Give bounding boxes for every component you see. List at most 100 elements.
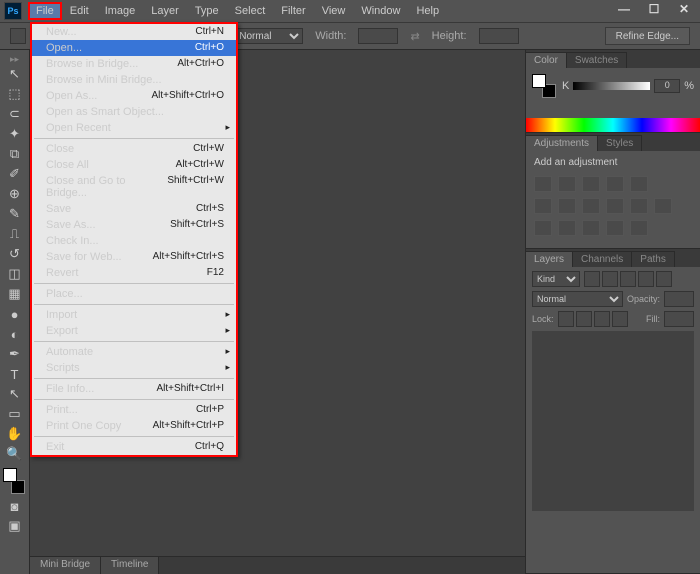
eraser-tool[interactable]: ◫: [3, 264, 27, 284]
adj-vibrance[interactable]: [630, 176, 648, 192]
adj-gradient[interactable]: [606, 220, 624, 236]
menu-item-print[interactable]: Print...Ctrl+P: [32, 402, 236, 418]
background-color[interactable]: [11, 480, 25, 494]
menu-item-open-as[interactable]: Open As...Alt+Shift+Ctrl+O: [32, 88, 236, 104]
menu-item-exit[interactable]: ExitCtrl+Q: [32, 439, 236, 455]
stamp-tool[interactable]: ⎍: [3, 224, 27, 244]
k-value[interactable]: 0: [654, 79, 680, 93]
menu-item-import[interactable]: Import: [32, 307, 236, 323]
menu-item-close[interactable]: CloseCtrl+W: [32, 141, 236, 157]
menu-item-close-all[interactable]: Close AllAlt+Ctrl+W: [32, 157, 236, 173]
pen-tool[interactable]: ✒: [3, 344, 27, 364]
move-tool[interactable]: ↖: [3, 64, 27, 84]
menu-filter[interactable]: Filter: [273, 2, 313, 20]
menu-item-save-for-web[interactable]: Save for Web...Alt+Shift+Ctrl+S: [32, 249, 236, 265]
opacity-input[interactable]: [664, 291, 694, 307]
swap-icon[interactable]: ⇄: [410, 30, 419, 43]
menu-item-browse-in-bridge[interactable]: Browse in Bridge...Alt+Ctrl+O: [32, 56, 236, 72]
menu-item-revert[interactable]: RevertF12: [32, 265, 236, 281]
lock-all-icon[interactable]: [612, 311, 628, 327]
menu-item-save-as[interactable]: Save As...Shift+Ctrl+S: [32, 217, 236, 233]
adj-lookup[interactable]: [654, 198, 672, 214]
brush-tool[interactable]: ✎: [3, 204, 27, 224]
tab-timeline[interactable]: Timeline: [101, 557, 159, 574]
menu-view[interactable]: View: [314, 2, 354, 20]
menu-item-automate[interactable]: Automate: [32, 344, 236, 360]
filter-adjust-icon[interactable]: [602, 271, 618, 287]
path-tool[interactable]: ↖: [3, 384, 27, 404]
tool-preset-icon[interactable]: [10, 28, 26, 44]
width-input[interactable]: [358, 28, 398, 44]
menu-item-scripts[interactable]: Scripts: [32, 360, 236, 376]
tab-paths[interactable]: Paths: [632, 251, 675, 267]
tab-swatches[interactable]: Swatches: [567, 52, 627, 68]
adj-mixer[interactable]: [630, 198, 648, 214]
shape-tool[interactable]: ▭: [3, 404, 27, 424]
layer-kind-select[interactable]: Kind: [532, 271, 580, 287]
adj-invert[interactable]: [534, 220, 552, 236]
adj-curves[interactable]: [582, 176, 600, 192]
lasso-tool[interactable]: ⊂: [3, 104, 27, 124]
adj-selective[interactable]: [630, 220, 648, 236]
menu-item-print-one-copy[interactable]: Print One CopyAlt+Shift+Ctrl+P: [32, 418, 236, 434]
menu-item-close-and-go-to-bridge[interactable]: Close and Go to Bridge...Shift+Ctrl+W: [32, 173, 236, 201]
tab-styles[interactable]: Styles: [598, 135, 642, 151]
wand-tool[interactable]: ✦: [3, 124, 27, 144]
filter-shape-icon[interactable]: [638, 271, 654, 287]
crop-tool[interactable]: ⧉: [3, 144, 27, 164]
lock-trans-icon[interactable]: [558, 311, 574, 327]
menu-item-open[interactable]: Open...Ctrl+O: [32, 40, 236, 56]
adj-photo[interactable]: [606, 198, 624, 214]
menu-layer[interactable]: Layer: [143, 2, 187, 20]
menu-help[interactable]: Help: [408, 2, 447, 20]
menu-item-open-as-smart-object[interactable]: Open as Smart Object...: [32, 104, 236, 120]
height-input[interactable]: [479, 28, 519, 44]
adj-bw[interactable]: [582, 198, 600, 214]
menu-item-open-recent[interactable]: Open Recent: [32, 120, 236, 136]
maximize-button[interactable]: ☐: [644, 2, 664, 16]
tab-layers[interactable]: Layers: [526, 251, 573, 267]
tab-mini-bridge[interactable]: Mini Bridge: [30, 557, 101, 574]
tab-color[interactable]: Color: [526, 52, 567, 68]
tab-adjustments[interactable]: Adjustments: [526, 135, 598, 151]
k-slider[interactable]: [573, 82, 650, 90]
filter-pixel-icon[interactable]: [584, 271, 600, 287]
adj-exposure[interactable]: [606, 176, 624, 192]
gradient-tool[interactable]: ▦: [3, 284, 27, 304]
style-select[interactable]: Normal: [230, 28, 303, 44]
hand-tool[interactable]: ✋: [3, 424, 27, 444]
history-brush-tool[interactable]: ↺: [3, 244, 27, 264]
filter-smart-icon[interactable]: [656, 271, 672, 287]
zoom-tool[interactable]: 🔍: [3, 444, 27, 464]
tab-channels[interactable]: Channels: [573, 251, 632, 267]
menu-file[interactable]: File: [28, 2, 62, 20]
color-swatch[interactable]: [3, 468, 27, 496]
menu-edit[interactable]: Edit: [62, 2, 97, 20]
lock-pixel-icon[interactable]: [576, 311, 592, 327]
minimize-button[interactable]: —: [614, 2, 634, 16]
menu-item-new[interactable]: New...Ctrl+N: [32, 24, 236, 40]
marquee-tool[interactable]: ⬚: [3, 84, 27, 104]
adj-levels[interactable]: [558, 176, 576, 192]
menu-item-save[interactable]: SaveCtrl+S: [32, 201, 236, 217]
menu-item-browse-in-mini-bridge[interactable]: Browse in Mini Bridge...: [32, 72, 236, 88]
menu-type[interactable]: Type: [187, 2, 227, 20]
heal-tool[interactable]: ⊕: [3, 184, 27, 204]
adj-hue[interactable]: [534, 198, 552, 214]
foreground-color[interactable]: [3, 468, 17, 482]
spectrum-ramp[interactable]: [526, 118, 700, 132]
menu-select[interactable]: Select: [227, 2, 274, 20]
menu-item-export[interactable]: Export: [32, 323, 236, 339]
quickmask-tool[interactable]: ◙: [3, 496, 27, 516]
dodge-tool[interactable]: ◐: [3, 324, 27, 344]
lock-pos-icon[interactable]: [594, 311, 610, 327]
menu-item-check-in[interactable]: Check In...: [32, 233, 236, 249]
blur-tool[interactable]: ●: [3, 304, 27, 324]
menu-item-place[interactable]: Place...: [32, 286, 236, 302]
blend-mode-select[interactable]: Normal: [532, 291, 623, 307]
filter-type-icon[interactable]: [620, 271, 636, 287]
refine-edge-button[interactable]: Refine Edge...: [605, 27, 690, 45]
eyedropper-tool[interactable]: ✐: [3, 164, 27, 184]
menu-window[interactable]: Window: [353, 2, 408, 20]
type-tool[interactable]: T: [3, 364, 27, 384]
